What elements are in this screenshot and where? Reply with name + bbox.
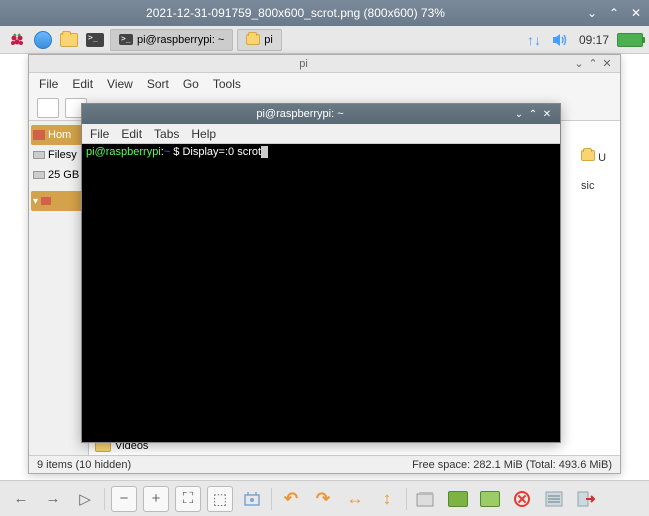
play-button[interactable]: ▷ (72, 486, 98, 512)
taskbar: pi@raspberrypi: ~ pi ↑↓ 09:17 (0, 26, 649, 54)
viewer-title: 2021-12-31-091759_800x600_scrot.png (800… (6, 6, 585, 20)
sidebar-tree-root[interactable]: ▾ (31, 191, 86, 211)
viewer-maximize-button[interactable]: ⌃ (607, 6, 621, 20)
fullscreen-button[interactable] (239, 486, 265, 512)
viewer-toolbar: ← → ▷ − + ⛶ ⬚ ↶ ↷ ↔ ↕ (0, 480, 649, 516)
battery-icon[interactable] (617, 33, 643, 47)
term-menu-help[interactable]: Help (191, 127, 216, 141)
preferences-button[interactable] (541, 486, 567, 512)
browser-icon[interactable] (32, 29, 54, 51)
fm-menu-edit[interactable]: Edit (72, 77, 93, 91)
sidebar-home[interactable]: Hom (31, 125, 86, 145)
terminal-minimize-button[interactable]: ⌄ (512, 107, 526, 121)
task-terminal[interactable]: pi@raspberrypi: ~ (110, 29, 233, 51)
drive-icon (33, 151, 45, 159)
task-filemanager[interactable]: pi (237, 29, 282, 51)
clock[interactable]: 09:17 (575, 33, 613, 47)
viewer-close-button[interactable]: ✕ (629, 6, 643, 20)
term-menu-file[interactable]: File (90, 127, 109, 141)
terminal-window: pi@raspberrypi: ~ ⌄ ⌃ ✕ File Edit Tabs H… (81, 103, 561, 443)
fm-titlebar[interactable]: pi ⌄ ⌃ ✕ (29, 55, 620, 73)
terminal-titlebar[interactable]: pi@raspberrypi: ~ ⌄ ⌃ ✕ (82, 104, 560, 124)
terminal-body[interactable]: pi@raspberrypi:~ $ Display=:0 scrot (82, 144, 560, 442)
term-menu-edit[interactable]: Edit (121, 127, 142, 141)
fm-menu-sort[interactable]: Sort (147, 77, 169, 91)
viewer-minimize-button[interactable]: ⌄ (585, 6, 599, 20)
flip-horizontal-button[interactable]: ↔ (342, 486, 368, 512)
zoom-fit-button[interactable]: ⛶ (175, 486, 201, 512)
delete-button[interactable] (509, 486, 535, 512)
fm-menu-view[interactable]: View (107, 77, 133, 91)
fm-statusbar: 9 items (10 hidden) Free space: 282.1 Mi… (29, 455, 620, 473)
file-manager-icon[interactable] (58, 29, 80, 51)
terminal-title: pi@raspberrypi: ~ (88, 108, 512, 120)
terminal-command: Display=:0 scrot (182, 146, 261, 158)
fm-status-space: Free space: 282.1 MiB (Total: 493.6 MiB) (412, 459, 612, 471)
sidebar-filesystem[interactable]: Filesy (31, 145, 86, 165)
terminal-cursor (261, 146, 268, 158)
fm-menu-go[interactable]: Go (183, 77, 199, 91)
terminal-close-button[interactable]: ✕ (540, 107, 554, 121)
prompt-user: pi@raspberrypi (86, 146, 161, 158)
tree-collapse-icon: ▾ (33, 196, 38, 207)
home-icon (33, 130, 45, 140)
home-icon (41, 197, 51, 205)
volume-icon[interactable] (549, 29, 571, 51)
network-icon[interactable]: ↑↓ (523, 29, 545, 51)
terminal-icon[interactable] (84, 29, 106, 51)
fm-title: pi (35, 58, 572, 70)
raspberry-menu-icon[interactable] (6, 29, 28, 51)
fm-new-button[interactable] (37, 98, 59, 118)
flip-vertical-button[interactable]: ↕ (374, 486, 400, 512)
nav-back-button[interactable]: ← (8, 486, 34, 512)
fm-maximize-button[interactable]: ⌃ (586, 57, 600, 71)
save-button[interactable] (445, 486, 471, 512)
zoom-out-button[interactable]: − (111, 486, 137, 512)
rotate-right-button[interactable]: ↷ (310, 486, 336, 512)
zoom-in-button[interactable]: + (143, 486, 169, 512)
rotate-left-button[interactable]: ↶ (278, 486, 304, 512)
task-fm-label: pi (264, 34, 273, 46)
task-terminal-label: pi@raspberrypi: ~ (137, 34, 224, 46)
open-button[interactable] (413, 486, 439, 512)
nav-forward-button[interactable]: → (40, 486, 66, 512)
fm-menu-file[interactable]: File (39, 77, 58, 91)
viewer-titlebar: 2021-12-31-091759_800x600_scrot.png (800… (0, 0, 649, 26)
terminal-menu: File Edit Tabs Help (82, 124, 560, 144)
sidebar-drive[interactable]: 25 GB (31, 165, 86, 185)
fm-status-items: 9 items (10 hidden) (37, 459, 131, 471)
saveas-button[interactable] (477, 486, 503, 512)
term-menu-tabs[interactable]: Tabs (154, 127, 179, 141)
terminal-maximize-button[interactable]: ⌃ (526, 107, 540, 121)
exit-button[interactable] (573, 486, 599, 512)
fm-sidebar: Hom Filesy 25 GB ▾ (29, 121, 89, 455)
drive-icon (33, 171, 45, 179)
fm-minimize-button[interactable]: ⌄ (572, 57, 586, 71)
zoom-actual-button[interactable]: ⬚ (207, 486, 233, 512)
fm-menu: File Edit View Sort Go Tools (29, 73, 620, 95)
fm-menu-tools[interactable]: Tools (213, 77, 241, 91)
fm-close-button[interactable]: ✕ (600, 57, 614, 71)
